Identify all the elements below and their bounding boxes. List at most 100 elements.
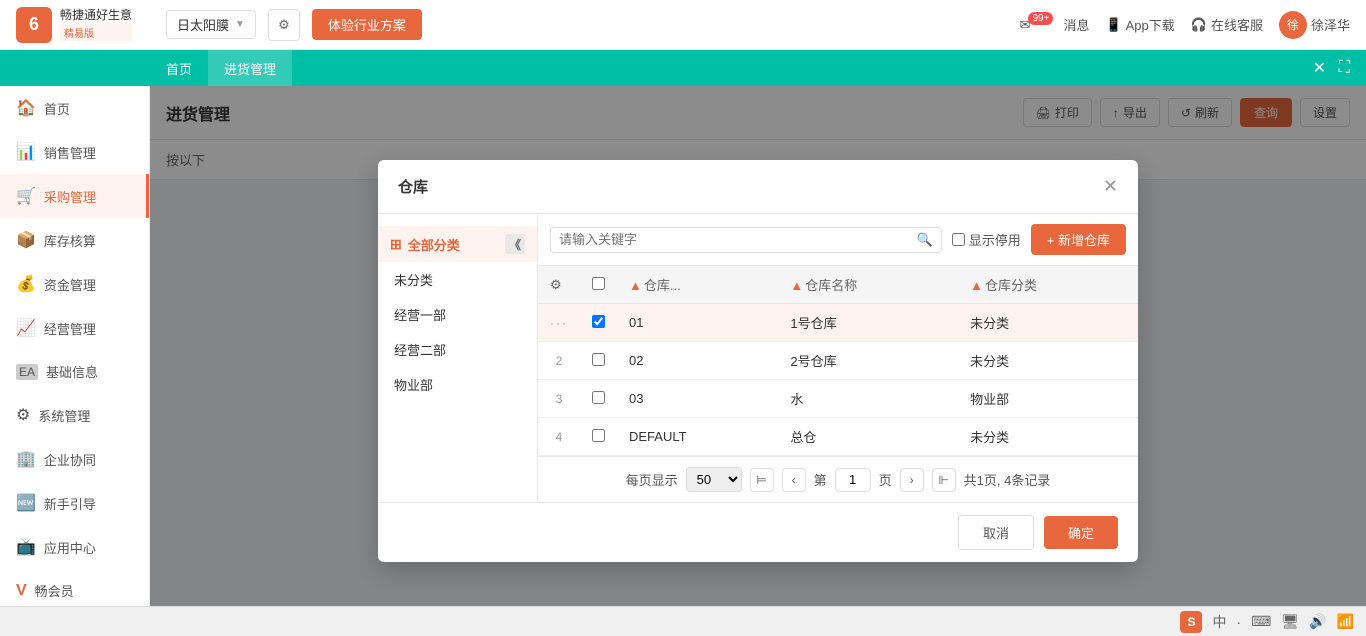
row-checkbox-cell (580, 304, 617, 342)
page-total: 共1页, 4条记录 (964, 470, 1051, 489)
row-checkbox[interactable] (592, 353, 605, 366)
confirm-button[interactable]: 确定 (1044, 516, 1118, 549)
table-row[interactable]: ··· 01 1号仓库 未分类 (538, 304, 1138, 342)
sales-icon: 📊 (16, 142, 36, 162)
sidebar-label-operation: 经营管理 (44, 319, 96, 338)
category-item-unclassified[interactable]: 未分类 (378, 262, 537, 297)
username: 徐泽华 (1311, 15, 1350, 34)
sidebar-item-home[interactable]: 🏠 首页 (0, 86, 149, 130)
guide-icon: 🆕 (16, 493, 36, 513)
member-icon: V (16, 582, 27, 600)
sidebar-item-finance[interactable]: 💰 资金管理 (0, 262, 149, 306)
col-settings: ⚙ (538, 266, 580, 304)
sidebar-item-stock[interactable]: 📦 库存核算 (0, 218, 149, 262)
search-box: 🔍 (550, 227, 942, 253)
main-content: 进货管理 🖨 打印 ↑ 导出 ↺ 刷新 查询 设置 按以下 仓库 ✕ (150, 86, 1366, 636)
sidebar: 🏠 首页 📊 销售管理 🛒 采购管理 📦 库存核算 💰 资金管理 📈 经营管理 … (0, 86, 150, 636)
logo-title: 畅捷通好生意 (60, 8, 132, 24)
category-item-dept1[interactable]: 经营一部 (378, 297, 537, 332)
sidebar-item-purchase[interactable]: 🛒 采购管理 (0, 174, 149, 218)
sidebar-label-home: 首页 (44, 99, 70, 118)
sidebar-item-operation[interactable]: 📈 经营管理 (0, 306, 149, 350)
settings-button[interactable]: ⚙ (268, 9, 300, 41)
search-input[interactable] (559, 232, 911, 247)
show-disabled-checkbox[interactable] (952, 233, 965, 246)
sidebar-label-guide: 新手引导 (44, 494, 96, 513)
app-download-button[interactable]: 📱 App下载 (1105, 15, 1174, 34)
first-page-button[interactable]: ⊨ (750, 468, 774, 492)
sidebar-item-system[interactable]: ⚙ 系统管理 (0, 393, 149, 437)
company-name: 日太阳膜 (177, 15, 229, 34)
close-tab-icon[interactable]: ✕ (1313, 58, 1326, 78)
main-layout: 🏠 首页 📊 销售管理 🛒 采购管理 📦 库存核算 💰 资金管理 📈 经营管理 … (0, 86, 1366, 636)
wifi-icon[interactable]: 📶 (1337, 613, 1354, 630)
all-categories-item[interactable]: ⊞ 全部分类 《 (378, 226, 537, 262)
stock-icon: 📦 (16, 230, 36, 250)
more-icon[interactable]: ··· (550, 316, 568, 330)
service-label: 在线客服 (1211, 15, 1263, 34)
row-category: 未分类 (958, 342, 1138, 380)
table-row[interactable]: 4 DEFAULT 总仓 未分类 (538, 418, 1138, 456)
user-profile[interactable]: 徐 徐泽华 (1279, 11, 1350, 39)
finance-icon: 💰 (16, 274, 36, 294)
sidebar-label-stock: 库存核算 (44, 231, 96, 250)
modal-close-icon[interactable]: ✕ (1103, 176, 1118, 197)
avatar: 徐 (1279, 11, 1307, 39)
basic-icon: EA (16, 364, 38, 380)
per-page-label: 每页显示 (626, 470, 678, 489)
modal-footer: 取消 确定 (378, 502, 1138, 562)
breadcrumb-tab[interactable]: 首页 (150, 50, 208, 86)
per-page-select[interactable]: 50 100 (686, 467, 742, 492)
keyboard-icon[interactable]: ⌨ (1251, 613, 1271, 630)
sidebar-item-enterprise[interactable]: 🏢 企业协同 (0, 437, 149, 481)
collapse-button[interactable]: 《 (505, 234, 525, 254)
messages-button[interactable]: ✉ 99+ 消息 (1020, 15, 1090, 34)
sidebar-item-guide[interactable]: 🆕 新手引导 (0, 481, 149, 525)
bottom-bar: S 中 · ⌨ 🖥 🔊 📶 (0, 606, 1366, 636)
expand-icon[interactable]: ⛶ (1339, 59, 1350, 77)
sidebar-label-finance: 资金管理 (44, 275, 96, 294)
cancel-button[interactable]: 取消 (958, 515, 1034, 550)
last-page-button[interactable]: ⊩ (932, 468, 956, 492)
phone-icon: 📱 (1105, 17, 1121, 33)
add-warehouse-button[interactable]: + 新增仓库 (1031, 224, 1126, 255)
monitor-icon[interactable]: 🖥 (1281, 613, 1299, 630)
sidebar-item-apps[interactable]: 📺 应用中心 (0, 525, 149, 569)
row-checkbox-cell (580, 380, 617, 418)
customer-service-button[interactable]: 🎧 在线客服 (1191, 15, 1263, 34)
row-checkbox[interactable] (592, 429, 605, 442)
purchase-tab[interactable]: 进货管理 (208, 50, 292, 86)
sound-icon[interactable]: 🔊 (1309, 613, 1326, 630)
chinese-icon[interactable]: 中 (1212, 612, 1226, 632)
page-unit: 页 (879, 470, 892, 489)
row-code: 03 (617, 380, 778, 418)
trial-button[interactable]: 体验行业方案 (312, 9, 422, 40)
row-num: 4 (538, 418, 580, 456)
purchase-icon: 🛒 (16, 186, 36, 206)
category-item-property[interactable]: 物业部 (378, 367, 537, 402)
select-all-checkbox[interactable] (592, 277, 605, 290)
table-row[interactable]: 3 03 水 物业部 (538, 380, 1138, 418)
page-input[interactable] (835, 468, 871, 492)
company-selector[interactable]: 日太阳膜 ▼ (166, 10, 256, 39)
category-item-dept2[interactable]: 经营二部 (378, 332, 537, 367)
sidebar-label-member: 畅会员 (35, 581, 74, 600)
row-checkbox[interactable] (592, 391, 605, 404)
row-checkbox[interactable] (592, 315, 605, 328)
row-checkbox-cell (580, 342, 617, 380)
sidebar-item-basic[interactable]: EA 基础信息 (0, 350, 149, 393)
logo-area: 6 畅捷通好生意 精易版 (16, 7, 166, 43)
prev-page-button[interactable]: ‹ (782, 468, 806, 492)
sidebar-item-sales[interactable]: 📊 销售管理 (0, 130, 149, 174)
row-code: DEFAULT (617, 418, 778, 456)
message-badge: 99+ (1028, 12, 1053, 25)
show-disabled-label: 显示停用 (952, 230, 1021, 249)
warehouse-table: ⚙ ▲仓库... ▲仓库名称 ▲仓库分类 ··· (538, 266, 1138, 456)
row-category: 物业部 (958, 380, 1138, 418)
logo-badge: 精易版 (60, 24, 132, 41)
search-icon[interactable]: 🔍 (917, 232, 933, 248)
table-row[interactable]: 2 02 2号仓库 未分类 (538, 342, 1138, 380)
row-code: 01 (617, 304, 778, 342)
next-page-button[interactable]: › (900, 468, 924, 492)
sidebar-label-apps: 应用中心 (44, 538, 96, 557)
